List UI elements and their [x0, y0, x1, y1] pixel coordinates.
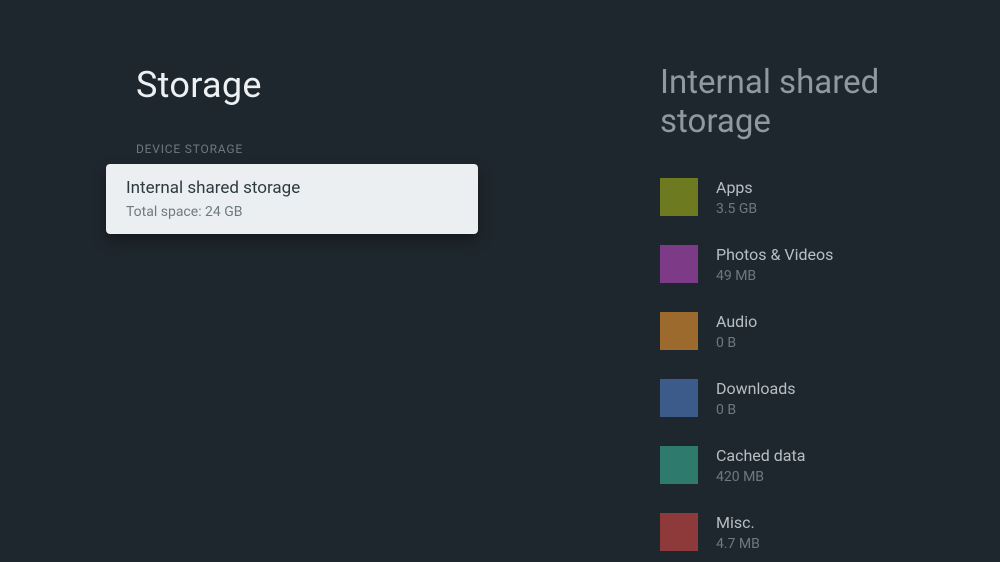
category-size: 3.5 GB	[716, 201, 757, 217]
category-size: 0 B	[716, 335, 757, 351]
category-size: 420 MB	[716, 469, 805, 485]
category-name: Misc.	[716, 513, 760, 532]
category-swatch	[660, 245, 698, 283]
category-name: Apps	[716, 178, 757, 197]
category-item[interactable]: Photos & Videos 49 MB	[660, 245, 960, 284]
category-swatch	[660, 379, 698, 417]
category-name: Photos & Videos	[716, 245, 833, 264]
detail-title: Internal shared storage	[660, 64, 960, 142]
category-size: 49 MB	[716, 268, 833, 284]
category-swatch	[660, 178, 698, 216]
category-size: 0 B	[716, 402, 795, 418]
category-item[interactable]: Apps 3.5 GB	[660, 178, 960, 217]
category-swatch	[660, 513, 698, 551]
category-swatch	[660, 312, 698, 350]
category-size: 4.7 MB	[716, 536, 760, 552]
internal-storage-card[interactable]: Internal shared storage Total space: 24 …	[106, 164, 478, 234]
category-name: Audio	[716, 312, 757, 331]
category-item[interactable]: Downloads 0 B	[660, 379, 960, 418]
device-storage-label: DEVICE STORAGE	[136, 142, 620, 156]
card-title: Internal shared storage	[126, 178, 458, 198]
category-item[interactable]: Audio 0 B	[660, 312, 960, 351]
category-item[interactable]: Misc. 4.7 MB	[660, 513, 960, 552]
card-subtitle: Total space: 24 GB	[126, 204, 458, 220]
category-name: Downloads	[716, 379, 795, 398]
page-title: Storage	[136, 64, 620, 106]
category-swatch	[660, 446, 698, 484]
category-list: Apps3.5 GBPhotos & Videos49 MBAudio0 BDo…	[660, 178, 960, 552]
category-item[interactable]: Cached data 420 MB	[660, 446, 960, 485]
category-name: Cached data	[716, 446, 805, 465]
